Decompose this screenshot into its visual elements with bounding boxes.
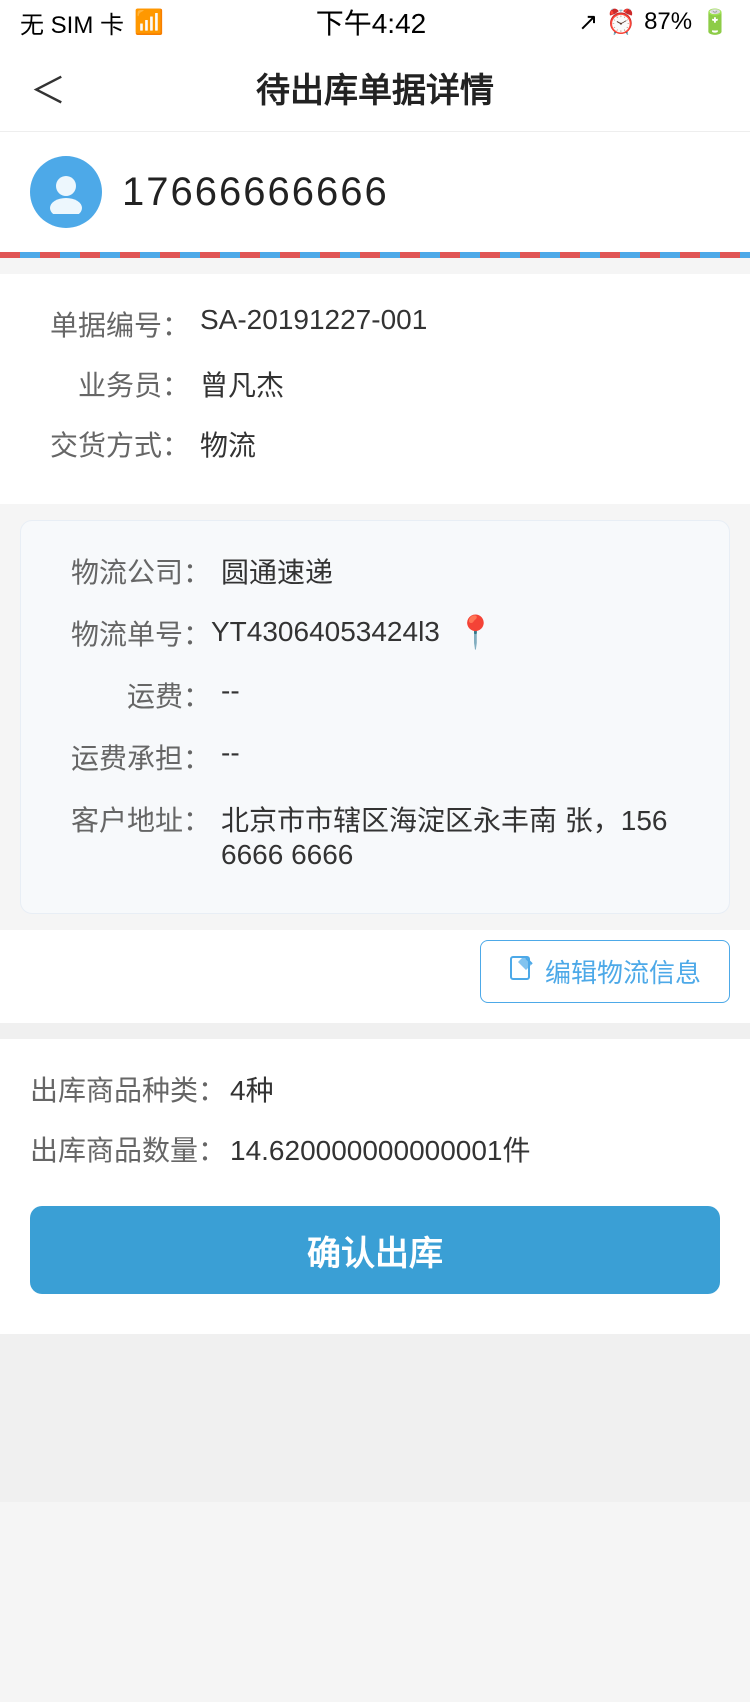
section-divider-1: [0, 1023, 750, 1039]
document-info-section: 单据编号： SA-20191227-001 业务员： 曾凡杰 交货方式： 物流: [0, 274, 750, 504]
logistics-card: 物流公司： 圆通速递 物流单号： YT43064053424l3 📍 运费： -…: [20, 520, 730, 914]
address-value: 北京市市辖区海淀区永丰南 张，156 6666 6666: [221, 799, 699, 871]
page-title: 待出库单据详情: [256, 63, 494, 112]
freight-value: --: [221, 675, 699, 707]
battery-icon: 🔋: [700, 8, 730, 37]
goods-type-value: 4种: [230, 1069, 720, 1109]
location-status-icon: ↗: [578, 8, 598, 37]
edit-logistics-button[interactable]: 编辑物流信息: [480, 940, 730, 1003]
edit-btn-label: 编辑物流信息: [545, 953, 701, 990]
agent-value: 曾凡杰: [200, 364, 720, 404]
goods-quantity-label: 出库商品数量：: [30, 1129, 230, 1169]
goods-section: 出库商品种类： 4种 出库商品数量： 14.620000000000001件: [0, 1039, 750, 1209]
goods-type-label: 出库商品种类：: [30, 1069, 230, 1109]
agent-row: 业务员： 曾凡杰: [30, 364, 720, 404]
doc-number-row: 单据编号： SA-20191227-001: [30, 304, 720, 344]
freight-bearer-row: 运费承担： --: [51, 737, 699, 777]
company-label: 物流公司：: [51, 551, 211, 591]
tracking-label: 物流单号：: [51, 613, 211, 653]
delivery-value: 物流: [200, 424, 720, 464]
battery-text: 87%: [644, 8, 692, 36]
agent-label: 业务员：: [30, 364, 190, 404]
back-button[interactable]: ＜: [30, 62, 66, 114]
location-pin-icon[interactable]: 📍: [456, 613, 496, 651]
freight-bearer-label: 运费承担：: [51, 737, 211, 777]
tracking-row: 物流单号： YT43064053424l3 📍: [51, 613, 699, 653]
tracking-number: YT43064053424l3: [211, 616, 440, 648]
status-right: ↗ ⏰ 87% 🔋: [578, 8, 730, 37]
customer-header: 17666666666: [0, 132, 750, 252]
status-time: 下午4:42: [316, 2, 427, 42]
company-value: 圆通速递: [221, 551, 699, 591]
goods-quantity-value: 14.620000000000001件: [230, 1129, 720, 1169]
company-row: 物流公司： 圆通速递: [51, 551, 699, 591]
customer-phone: 17666666666: [122, 170, 389, 215]
edit-btn-wrap: 编辑物流信息: [0, 930, 750, 1023]
freight-row: 运费： --: [51, 675, 699, 715]
doc-number-value: SA-20191227-001: [200, 304, 720, 336]
status-left: 无 SIM 卡 📶: [20, 5, 164, 40]
alarm-icon: ⏰: [606, 8, 636, 37]
confirm-btn-wrap: 确认出库: [0, 1186, 750, 1334]
delivery-label: 交货方式：: [30, 424, 190, 464]
edit-icon: [509, 955, 535, 988]
dashed-divider: [0, 252, 750, 258]
wifi-icon: 📶: [134, 8, 164, 37]
freight-label: 运费：: [51, 675, 211, 715]
carrier-text: 无 SIM 卡: [20, 5, 124, 40]
doc-number-label: 单据编号：: [30, 304, 190, 344]
freight-bearer-value: --: [221, 737, 699, 769]
tracking-value-row: YT43064053424l3 📍: [211, 613, 496, 651]
nav-bar: ＜ 待出库单据详情: [0, 44, 750, 132]
address-row: 客户地址： 北京市市辖区海淀区永丰南 张，156 6666 6666: [51, 799, 699, 871]
status-bar: 无 SIM 卡 📶 下午4:42 ↗ ⏰ 87% 🔋: [0, 0, 750, 44]
delivery-row: 交货方式： 物流: [30, 424, 720, 464]
avatar: [30, 156, 102, 228]
confirm-outbound-button[interactable]: 确认出库: [30, 1206, 720, 1294]
goods-quantity-row: 出库商品数量： 14.620000000000001件: [30, 1129, 720, 1169]
address-label: 客户地址：: [51, 799, 211, 839]
goods-type-row: 出库商品种类： 4种: [30, 1069, 720, 1109]
